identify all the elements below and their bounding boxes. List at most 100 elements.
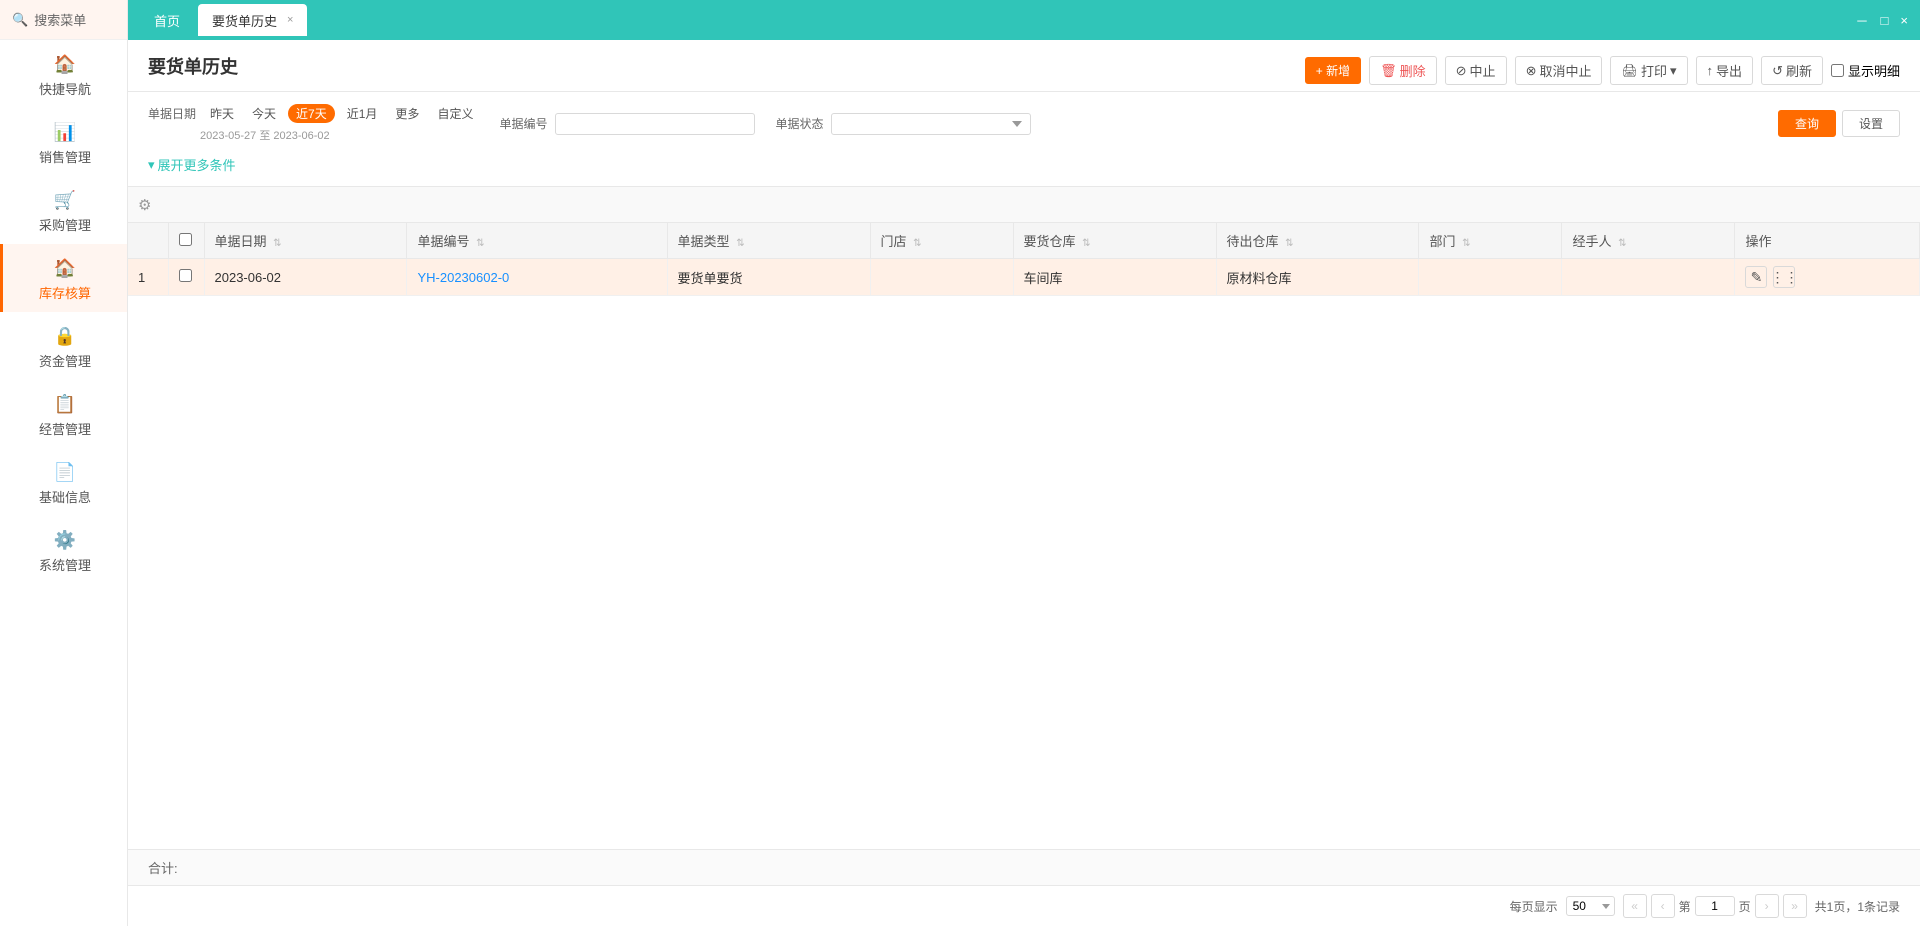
per-page-select[interactable]: 50 20 100 200 [1566, 896, 1615, 916]
sidebar-item-operations[interactable]: 📋 经营管理 [0, 380, 127, 448]
delete-button[interactable]: 🗑 删除 [1369, 56, 1437, 85]
show-detail-checkbox[interactable] [1831, 64, 1844, 77]
page-header: 要货单历史 + 新增 🗑 删除 ⊘ 中止 ⊗ 取消中止 [128, 40, 1920, 92]
print-button[interactable]: 🖨 打印 ▾ [1610, 56, 1687, 85]
shortcut-7days[interactable]: 近7天 [288, 104, 335, 123]
cell-handler [1562, 259, 1735, 296]
table-body: 1 2023-06-02 YH-20230602-0 要货单要货 车间库 原材料… [128, 259, 1920, 296]
sidebar-item-label: 采购管理 [39, 215, 91, 234]
select-all-checkbox[interactable] [179, 233, 192, 246]
settings-button[interactable]: 设置 [1842, 110, 1900, 137]
tab-home[interactable]: 首页 [140, 4, 194, 36]
cell-store [870, 259, 1013, 296]
status-select[interactable] [831, 113, 1031, 135]
sidebar-item-purchase[interactable]: 🛒 采购管理 [0, 176, 127, 244]
expand-label: 展开更多条件 [158, 155, 236, 174]
edit-icon[interactable]: ✎ [1745, 266, 1767, 288]
page-label: 第 [1679, 898, 1691, 915]
maximize-btn[interactable]: □ [1881, 13, 1889, 28]
date-filter: 单据日期 昨天 今天 近7天 近1月 更多 自定义 2023-05-27 至 2… [148, 104, 479, 143]
order-no-filter: 单据编号 [499, 113, 755, 135]
expand-conditions-btn[interactable]: ▾ 展开更多条件 [148, 151, 1900, 178]
sort-date-icon[interactable]: ⇅ [273, 238, 281, 249]
export-button[interactable]: ↑ 导出 [1696, 56, 1754, 85]
tab-home-label: 首页 [154, 11, 180, 30]
order-no-input[interactable] [555, 113, 755, 135]
minimize-btn[interactable]: － [1856, 11, 1869, 30]
refresh-button[interactable]: ↺ 刷新 [1761, 56, 1823, 85]
first-page-btn[interactable]: « [1623, 894, 1647, 918]
more-icon[interactable]: ⋮⋮ [1773, 266, 1795, 288]
filter-buttons: 查询 设置 [1778, 110, 1900, 137]
sort-order-no-icon[interactable]: ⇅ [476, 238, 484, 249]
topbar-right: － □ × [1856, 11, 1908, 30]
stop-button[interactable]: ⊘ 中止 [1445, 56, 1507, 85]
delete-label: 删除 [1400, 61, 1426, 80]
expand-row: ▾ 展开更多条件 [148, 151, 1900, 178]
sidebar-item-sales[interactable]: 📊 销售管理 [0, 108, 127, 176]
show-detail-toggle[interactable]: 显示明细 [1831, 61, 1900, 80]
close-btn[interactable]: × [1900, 13, 1908, 28]
sidebar-item-label: 经营管理 [39, 419, 91, 438]
sidebar-item-quick-nav[interactable]: 🏠 快捷导航 [0, 40, 127, 108]
sidebar-item-basic-info[interactable]: 📄 基础信息 [0, 448, 127, 516]
sidebar-item-label: 销售管理 [39, 147, 91, 166]
sidebar-item-label: 快捷导航 [39, 79, 91, 98]
shortcut-today[interactable]: 今天 [246, 104, 282, 123]
main-area: 首页 要货单历史 × － □ × 要货单历史 + 新增 🗑 删除 [128, 0, 1920, 926]
sort-req-warehouse-icon[interactable]: ⇅ [1082, 238, 1090, 249]
order-no-link[interactable]: YH-20230602-0 [417, 270, 509, 285]
cell-order-no: YH-20230602-0 [407, 259, 667, 296]
sidebar-search[interactable]: 🔍 搜索菜单 [0, 0, 127, 40]
shortcut-yesterday[interactable]: 昨天 [204, 104, 240, 123]
home-icon: 🏠 [54, 54, 76, 75]
row-checkbox[interactable] [179, 269, 192, 282]
sort-department-icon[interactable]: ⇅ [1462, 238, 1470, 249]
search-icon: 🔍 [12, 12, 28, 28]
content-area: 要货单历史 + 新增 🗑 删除 ⊘ 中止 ⊗ 取消中止 [128, 40, 1920, 926]
order-no-label: 单据编号 [499, 115, 547, 132]
col-order-no-label: 单据编号 [417, 234, 469, 249]
sort-order-type-icon[interactable]: ⇅ [736, 238, 744, 249]
cart-icon: 🛒 [54, 190, 76, 211]
refresh-label: 刷新 [1786, 61, 1812, 80]
sidebar-item-inventory[interactable]: 🏠 库存核算 [0, 244, 127, 312]
query-button[interactable]: 查询 [1778, 110, 1836, 137]
cell-department [1419, 259, 1562, 296]
next-page-btn[interactable]: › [1755, 894, 1779, 918]
status-label: 单据状态 [775, 115, 823, 132]
cancel-stop-button[interactable]: ⊗ 取消中止 [1515, 56, 1603, 85]
basic-info-icon: 📄 [54, 462, 76, 483]
page-title: 要货单历史 [148, 53, 238, 79]
shortcut-1month[interactable]: 近1月 [341, 104, 384, 123]
tab-order-history[interactable]: 要货单历史 × [198, 4, 307, 36]
topbar: 首页 要货单历史 × － □ × [128, 0, 1920, 40]
col-req-warehouse-label: 要货仓库 [1024, 234, 1076, 249]
col-department-label: 部门 [1429, 234, 1455, 249]
sidebar-item-system[interactable]: ⚙️ 系统管理 [0, 516, 127, 584]
cell-checkbox[interactable] [168, 259, 204, 296]
tab-order-history-label: 要货单历史 [212, 11, 277, 30]
filter-area: 单据日期 昨天 今天 近7天 近1月 更多 自定义 2023-05-27 至 2… [128, 92, 1920, 187]
inventory-icon: 🏠 [54, 258, 76, 279]
sidebar-item-finance[interactable]: 🔒 资金管理 [0, 312, 127, 380]
sort-store-icon[interactable]: ⇅ [913, 238, 921, 249]
total-info: 共1页，1条记录 [1815, 898, 1900, 915]
col-store: 门店 ⇅ [870, 223, 1013, 259]
last-page-btn[interactable]: » [1783, 894, 1807, 918]
col-action-label: 操作 [1745, 234, 1771, 249]
tab-close-icon[interactable]: × [287, 14, 293, 26]
toolbar: + 新增 🗑 删除 ⊘ 中止 ⊗ 取消中止 🖨 打 [1305, 50, 1900, 91]
table-gear-icon[interactable]: ⚙ [138, 196, 151, 214]
sort-pending-warehouse-icon[interactable]: ⇅ [1285, 238, 1293, 249]
cancel-stop-label: 取消中止 [1539, 61, 1591, 80]
cell-date: 2023-06-02 [204, 259, 407, 296]
shortcut-more[interactable]: 更多 [389, 104, 425, 123]
add-button[interactable]: + 新增 [1305, 57, 1361, 84]
shortcut-custom[interactable]: 自定义 [431, 104, 479, 123]
date-range-display: 2023-05-27 至 2023-06-02 [200, 127, 479, 143]
sort-handler-icon[interactable]: ⇅ [1618, 238, 1626, 249]
page-input[interactable] [1695, 896, 1735, 916]
prev-page-btn[interactable]: ‹ [1651, 894, 1675, 918]
stop-label: 中止 [1470, 61, 1496, 80]
